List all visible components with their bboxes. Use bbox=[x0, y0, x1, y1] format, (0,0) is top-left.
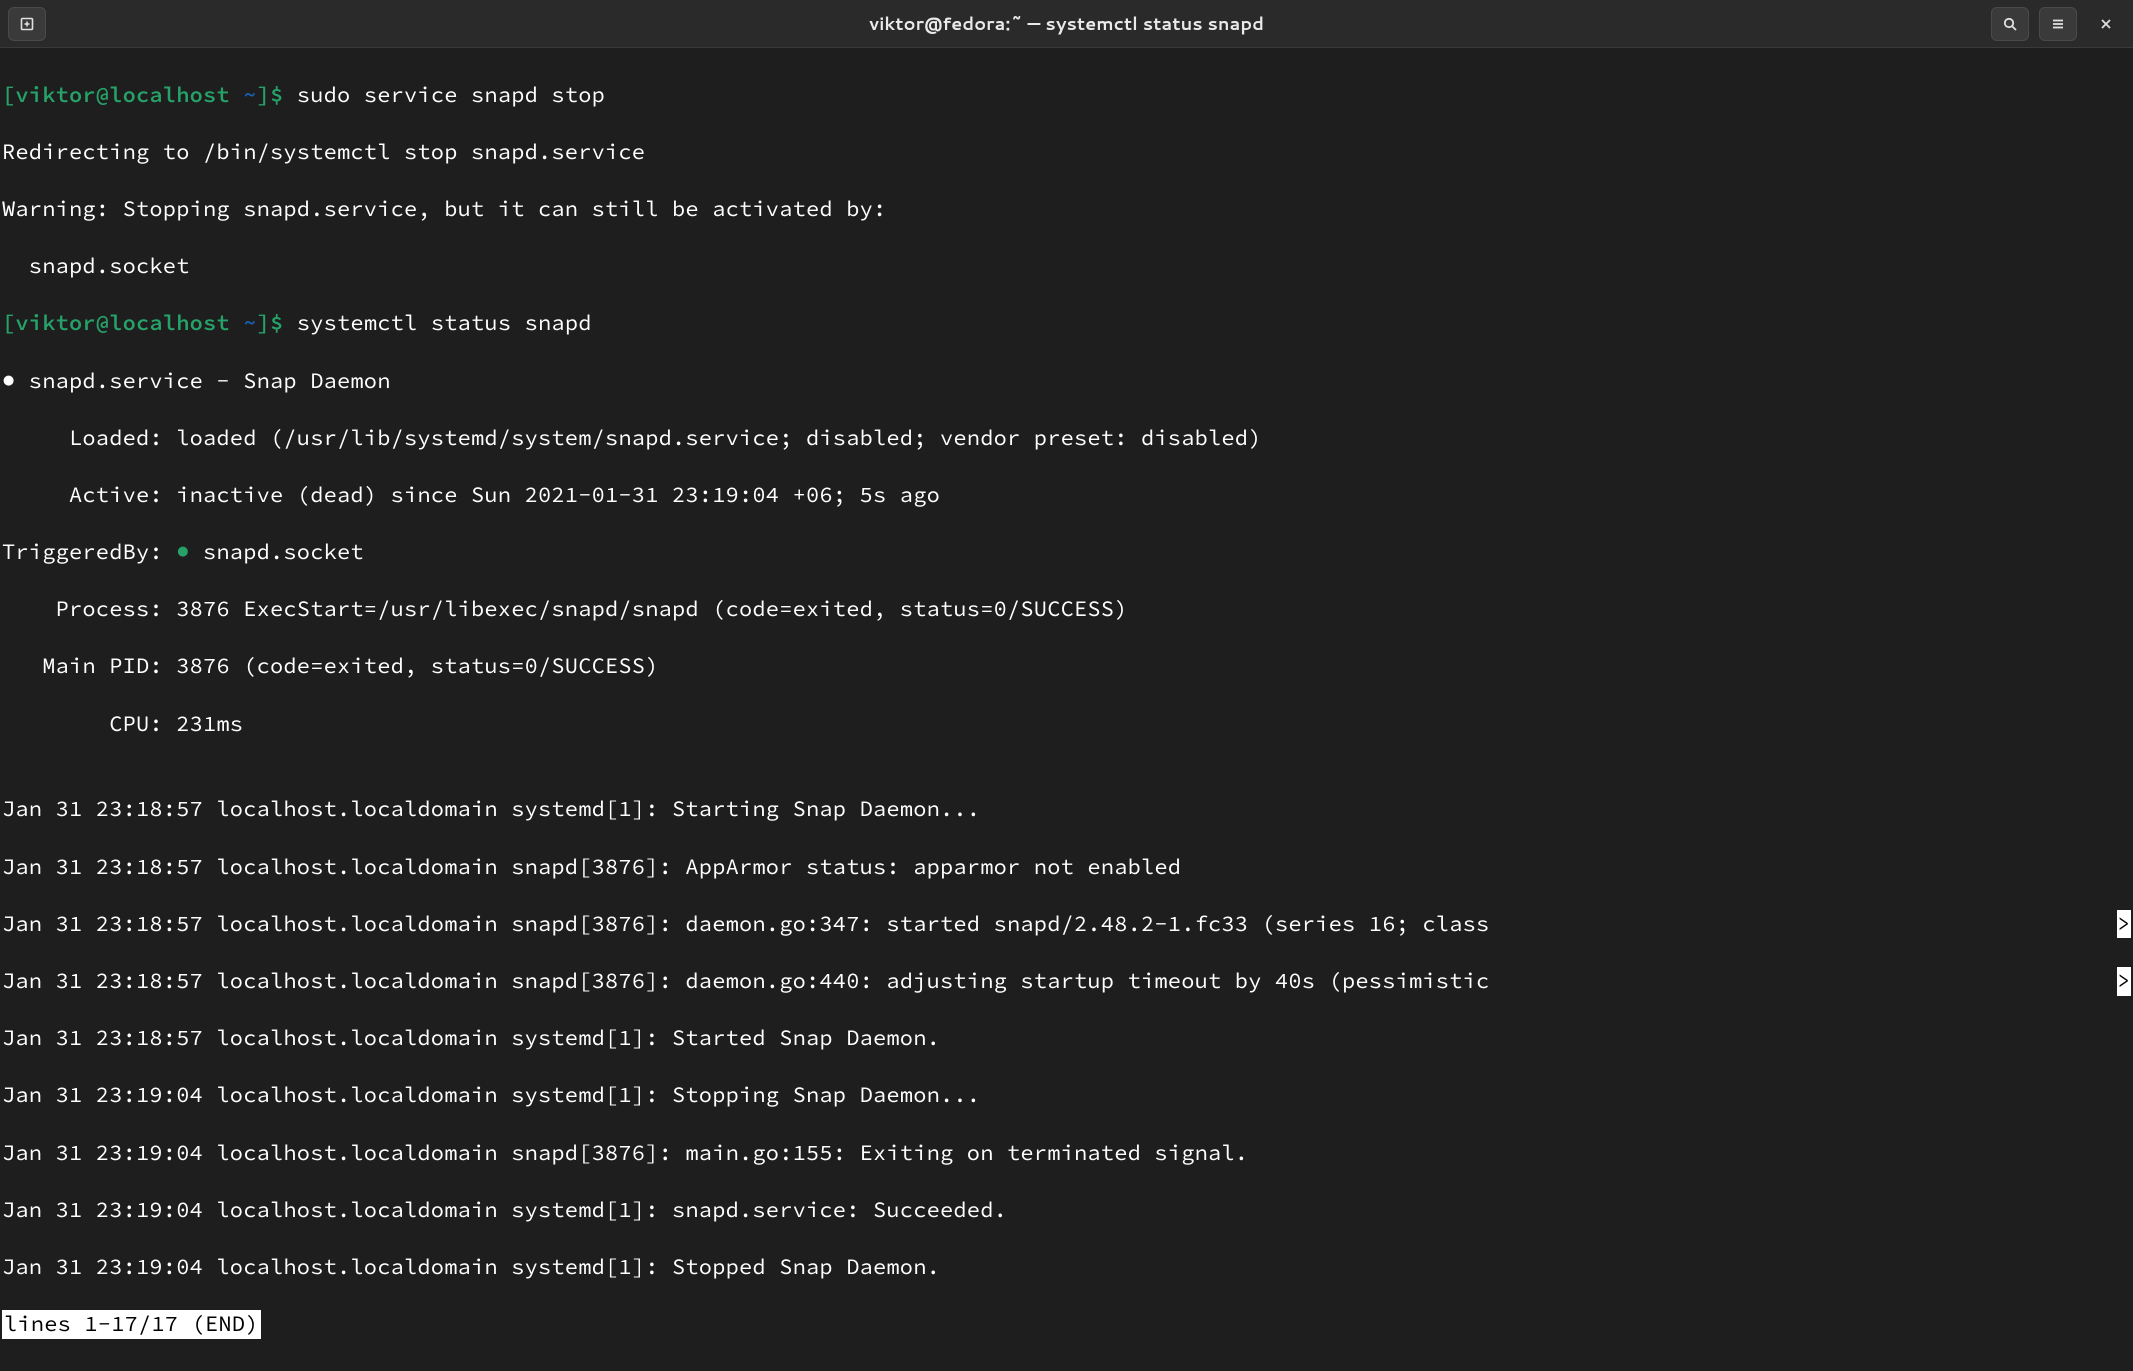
command-text: sudo service snapd stop bbox=[297, 81, 605, 109]
prompt-suffix: ]$ bbox=[257, 81, 297, 109]
hamburger-menu-button[interactable] bbox=[2039, 7, 2077, 41]
terminal-line: Warning: Stopping snapd.service, but it … bbox=[2, 195, 2131, 224]
window-title: viktor@fedora:~ — systemctl status snapd bbox=[869, 12, 1264, 35]
pager-status-line: lines 1-17/17 (END) bbox=[2, 1310, 2131, 1339]
terminal-line: Jan 31 23:19:04 localhost.localdomain sy… bbox=[2, 1081, 2131, 1110]
pager-status: lines 1-17/17 (END) bbox=[2, 1310, 261, 1339]
service-name: snapd.service - Snap Daemon bbox=[15, 367, 390, 395]
triggered-by-label: TriggeredBy: bbox=[2, 538, 176, 566]
terminal-line: Jan 31 23:18:57 localhost.localdomain sn… bbox=[2, 910, 2131, 939]
status-dot-icon: ● bbox=[2, 367, 15, 395]
terminal-line: Jan 31 23:19:04 localhost.localdomain sy… bbox=[2, 1196, 2131, 1225]
terminal-line: Jan 31 23:18:57 localhost.localdomain sn… bbox=[2, 967, 2131, 996]
terminal-line: Redirecting to /bin/systemctl stop snapd… bbox=[2, 138, 2131, 167]
terminal-line: Active: inactive (dead) since Sun 2021-0… bbox=[2, 481, 2131, 510]
terminal-line: [viktor@localhost ~]$ sudo service snapd… bbox=[2, 81, 2131, 110]
triggered-by-value: snapd.socket bbox=[190, 538, 364, 566]
status-dot-icon: ● bbox=[176, 538, 189, 566]
log-text: Jan 31 23:18:57 localhost.localdomain sn… bbox=[2, 910, 1489, 939]
new-tab-button[interactable] bbox=[8, 7, 46, 41]
search-button[interactable] bbox=[1991, 7, 2029, 41]
prompt-cwd: ~ bbox=[230, 81, 257, 109]
terminal-line: Main PID: 3876 (code=exited, status=0/SU… bbox=[2, 652, 2131, 681]
close-window-button[interactable] bbox=[2087, 7, 2125, 41]
truncation-marker: > bbox=[2117, 910, 2131, 939]
terminal-line: Jan 31 23:18:57 localhost.localdomain sy… bbox=[2, 1024, 2131, 1053]
terminal-viewport[interactable]: [viktor@localhost ~]$ sudo service snapd… bbox=[0, 48, 2133, 1371]
terminal-line: Jan 31 23:19:04 localhost.localdomain sn… bbox=[2, 1139, 2131, 1168]
prompt-cwd: ~ bbox=[230, 309, 257, 337]
command-text: systemctl status snapd bbox=[297, 309, 592, 337]
truncation-marker: > bbox=[2117, 967, 2131, 996]
log-text: Jan 31 23:18:57 localhost.localdomain sn… bbox=[2, 967, 1489, 996]
terminal-line: ● snapd.service - Snap Daemon bbox=[2, 367, 2131, 396]
prompt-user-host: [viktor@localhost bbox=[2, 309, 230, 337]
terminal-line: Jan 31 23:19:04 localhost.localdomain sy… bbox=[2, 1253, 2131, 1282]
terminal-line: Process: 3876 ExecStart=/usr/libexec/sna… bbox=[2, 595, 2131, 624]
terminal-line: CPU: 231ms bbox=[2, 710, 2131, 739]
terminal-line: snapd.socket bbox=[2, 252, 2131, 281]
terminal-line: Loaded: loaded (/usr/lib/systemd/system/… bbox=[2, 424, 2131, 453]
terminal-line: Jan 31 23:18:57 localhost.localdomain sn… bbox=[2, 853, 2131, 882]
terminal-line: [viktor@localhost ~]$ systemctl status s… bbox=[2, 309, 2131, 338]
terminal-line: Jan 31 23:18:57 localhost.localdomain sy… bbox=[2, 795, 2131, 824]
prompt-user-host: [viktor@localhost bbox=[2, 81, 230, 109]
window-titlebar: viktor@fedora:~ — systemctl status snapd bbox=[0, 0, 2133, 48]
terminal-line: TriggeredBy: ● snapd.socket bbox=[2, 538, 2131, 567]
prompt-suffix: ]$ bbox=[257, 309, 297, 337]
